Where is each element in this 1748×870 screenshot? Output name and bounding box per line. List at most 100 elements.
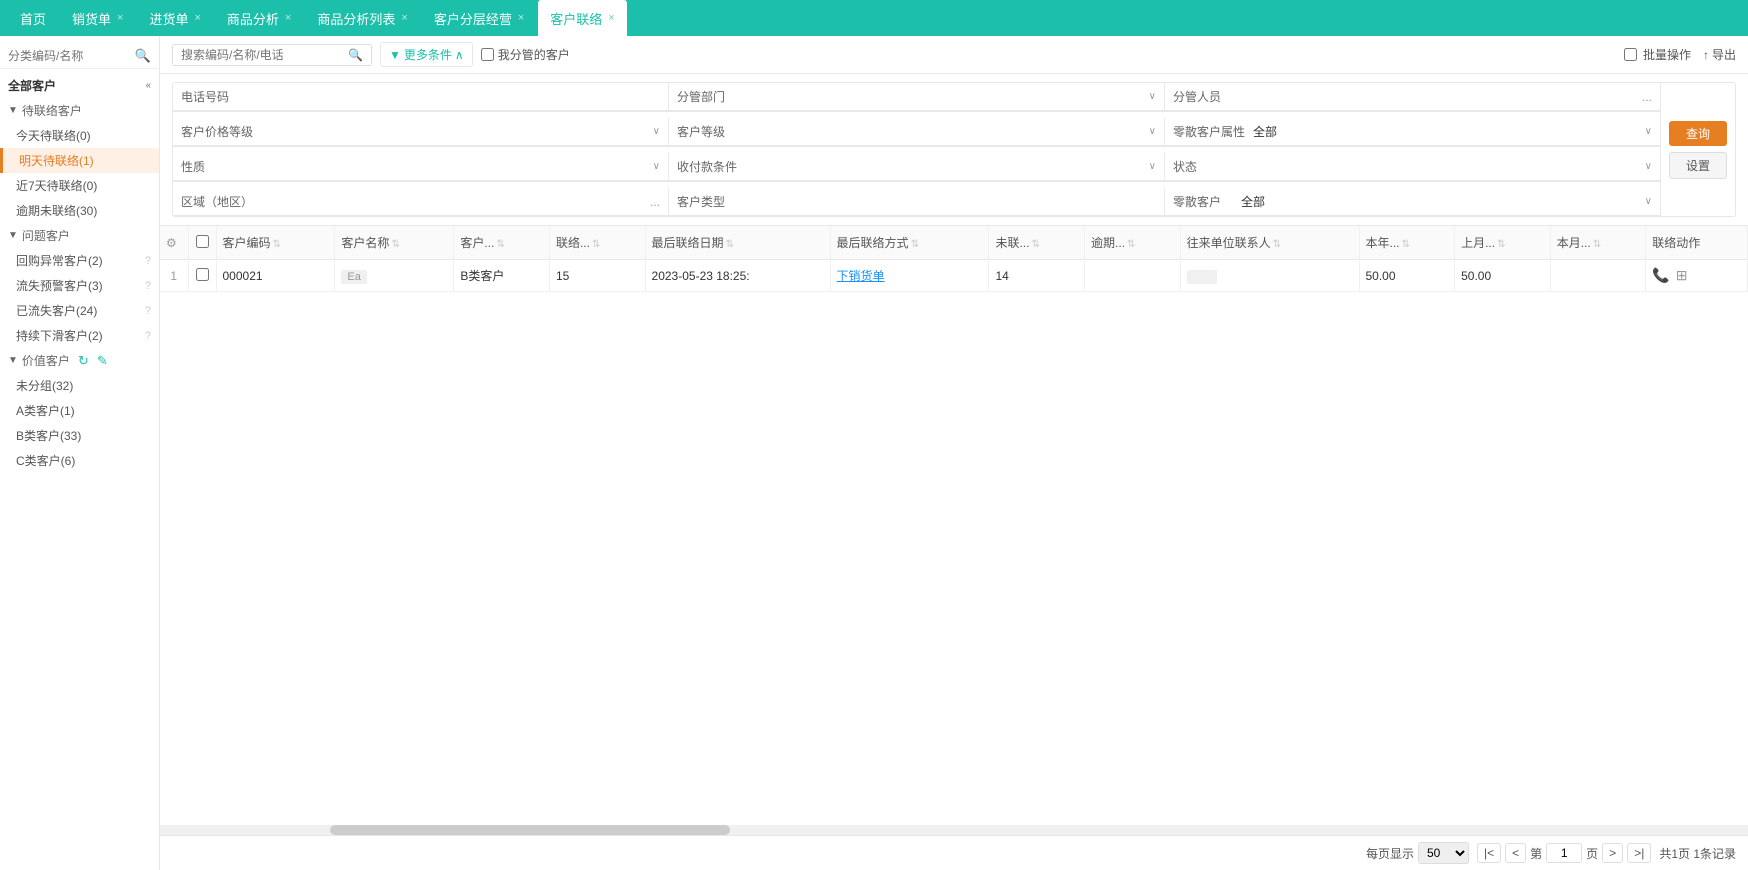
- sidebar-item-ungrouped[interactable]: 未分组(32): [0, 373, 159, 398]
- row-checkbox[interactable]: [196, 268, 209, 281]
- page-number-input[interactable]: [1546, 843, 1582, 863]
- nav-customer-contact[interactable]: 客户联络 ×: [538, 0, 626, 36]
- sidebar-item-repurchase-abnormal[interactable]: 回购异常客户(2) ?: [0, 248, 159, 273]
- td-overdue: [1085, 260, 1181, 292]
- toolbar-right: 批量操作 ↑ 导出: [1624, 46, 1736, 63]
- chevron-down-icon6: ∨: [1149, 161, 1156, 172]
- export-btn[interactable]: ↑ 导出: [1703, 46, 1736, 63]
- sidebar-item-class-a[interactable]: A类客户(1): [0, 398, 159, 423]
- scrollbar-thumb[interactable]: [330, 825, 730, 835]
- search-input[interactable]: [181, 48, 348, 62]
- all-customers-label[interactable]: 全部客户 «: [0, 73, 159, 98]
- sidebar-item-tomorrow[interactable]: 明天待联络(1): [0, 148, 159, 173]
- sidebar-group-value[interactable]: ▼ 价值客户 ↻ ✎: [0, 348, 159, 373]
- next-page-btn[interactable]: >: [1602, 843, 1623, 863]
- table-row: 1 000021 Ea B类客户 15 2023-05-23 18:25: 下销…: [160, 260, 1748, 292]
- filter-dept: 分管部门 ∨: [669, 83, 1165, 111]
- settings-icon[interactable]: ⚙: [166, 236, 177, 250]
- prev-page-btn[interactable]: <: [1505, 843, 1526, 863]
- th-settings: ⚙: [160, 226, 188, 260]
- edit-icon[interactable]: ✎: [97, 353, 108, 369]
- close-product-analysis-list-icon[interactable]: ×: [401, 12, 407, 24]
- filter-retail-customer: 零散客户 全部 ∨: [1165, 188, 1660, 216]
- nav-sales[interactable]: 销货单 ×: [60, 0, 135, 36]
- phone-action-icon[interactable]: 📞: [1652, 267, 1669, 284]
- sidebar-item-class-c[interactable]: C类客户(6): [0, 448, 159, 473]
- sidebar-item-churn-warning[interactable]: 流失预警客户(3) ?: [0, 273, 159, 298]
- nav-home[interactable]: 首页: [8, 0, 58, 36]
- batch-checkbox[interactable]: [1624, 48, 1637, 61]
- th-code: 客户编码⇅: [216, 226, 335, 260]
- sidebar-item-churned[interactable]: 已流失客户(24) ?: [0, 298, 159, 323]
- th-type: 客户...⇅: [454, 226, 550, 260]
- toolbar: 🔍 ▼ 更多条件 ∧ 我分管的客户 批量操作 ↑ 导出: [160, 36, 1748, 74]
- refresh-icon[interactable]: ↻: [78, 353, 89, 369]
- filter-region: 区域（地区） ...: [173, 188, 669, 216]
- page-size-selector: 每页显示 50 10 20 100: [1366, 842, 1469, 864]
- td-num: 1: [160, 260, 188, 292]
- td-last-method: 下销货单: [830, 260, 989, 292]
- sort-method-icon: ⇅: [911, 239, 919, 250]
- reset-btn[interactable]: 设置: [1669, 152, 1727, 179]
- sidebar-item-today[interactable]: 今天待联络(0): [0, 123, 159, 148]
- sort-contact-person-icon: ⇅: [1273, 239, 1281, 250]
- ellipsis-icon2[interactable]: ...: [650, 195, 660, 209]
- sidebar-item-declining[interactable]: 持续下滑客户(2) ?: [0, 323, 159, 348]
- filter-nature: 性质 ∨: [173, 153, 669, 181]
- filter-phone: 电话号码: [173, 83, 669, 111]
- td-last-month: 50.00: [1455, 260, 1551, 292]
- nav-product-analysis[interactable]: 商品分析 ×: [215, 0, 303, 36]
- horizontal-scrollbar[interactable]: [160, 825, 1748, 835]
- sidebar-search-input[interactable]: [8, 49, 135, 63]
- td-action: 📞 ⊞: [1646, 260, 1748, 292]
- batch-op-btn[interactable]: 批量操作: [1624, 46, 1691, 63]
- last-page-btn[interactable]: >|: [1627, 843, 1651, 863]
- th-name: 客户名称⇅: [335, 226, 454, 260]
- my-customers-checkbox[interactable]: [481, 48, 494, 61]
- th-last-method: 最后联络方式⇅: [830, 226, 989, 260]
- query-btn[interactable]: 查询: [1669, 121, 1727, 146]
- nav-purchase[interactable]: 进货单 ×: [137, 0, 212, 36]
- search-icon[interactable]: 🔍: [348, 48, 363, 62]
- grid-action-icon[interactable]: ⊞: [1676, 267, 1688, 284]
- sidebar-group-pending[interactable]: ▼ 待联络客户: [0, 98, 159, 123]
- chevron-down-icon2: ∨: [653, 126, 660, 137]
- search-bar: 🔍: [172, 44, 372, 66]
- close-customer-tier-icon[interactable]: ×: [518, 12, 524, 24]
- td-contact-person: [1180, 260, 1359, 292]
- first-page-btn[interactable]: |<: [1477, 843, 1501, 863]
- sidebar-item-class-b[interactable]: B类客户(33): [0, 423, 159, 448]
- filter-phone-input[interactable]: [249, 90, 660, 104]
- close-customer-contact-icon[interactable]: ×: [608, 12, 614, 24]
- filter-person: 分管人员 ...: [1165, 83, 1660, 111]
- th-uncontacted: 未联...⇅: [989, 226, 1085, 260]
- arrow-down-icon: ▼: [8, 105, 18, 116]
- sidebar-group-problem[interactable]: ▼ 问题客户: [0, 223, 159, 248]
- td-code: 000021: [216, 260, 335, 292]
- th-contact-count: 联络...⇅: [549, 226, 645, 260]
- last-method-link[interactable]: 下销货单: [837, 269, 885, 283]
- help-icon2: ?: [145, 280, 151, 292]
- page-size-select[interactable]: 50 10 20 100: [1418, 842, 1469, 864]
- close-purchase-icon[interactable]: ×: [194, 12, 200, 24]
- close-product-analysis-icon[interactable]: ×: [285, 12, 291, 24]
- select-all-checkbox[interactable]: [196, 235, 209, 248]
- chevron-down-icon8: ∨: [1645, 196, 1652, 207]
- th-overdue: 逾期...⇅: [1085, 226, 1181, 260]
- sidebar-item-7days[interactable]: 近7天待联络(0): [0, 173, 159, 198]
- ellipsis-icon[interactable]: ...: [1642, 90, 1652, 104]
- sidebar-item-overdue[interactable]: 逾期未联络(30): [0, 198, 159, 223]
- nav-product-analysis-list[interactable]: 商品分析列表 ×: [305, 0, 419, 36]
- chevron-down-icon: ∨: [1149, 91, 1156, 102]
- td-this-year: 50.00: [1359, 260, 1455, 292]
- filter-retail-attr: 零散客户属性 全部 ∨: [1165, 118, 1660, 146]
- close-sales-icon[interactable]: ×: [117, 12, 123, 24]
- my-customers-toggle[interactable]: 我分管的客户: [481, 46, 570, 63]
- nav-customer-tier[interactable]: 客户分层经营 ×: [422, 0, 536, 36]
- more-filters-btn[interactable]: ▼ 更多条件 ∧: [380, 42, 473, 67]
- th-action: 联络动作: [1646, 226, 1748, 260]
- sidebar-search-icon[interactable]: 🔍: [135, 48, 151, 64]
- th-last-month: 上月...⇅: [1455, 226, 1551, 260]
- td-type: B类客户: [454, 260, 550, 292]
- top-nav: 首页 销货单 × 进货单 × 商品分析 × 商品分析列表 × 客户分层经营 × …: [0, 0, 1748, 36]
